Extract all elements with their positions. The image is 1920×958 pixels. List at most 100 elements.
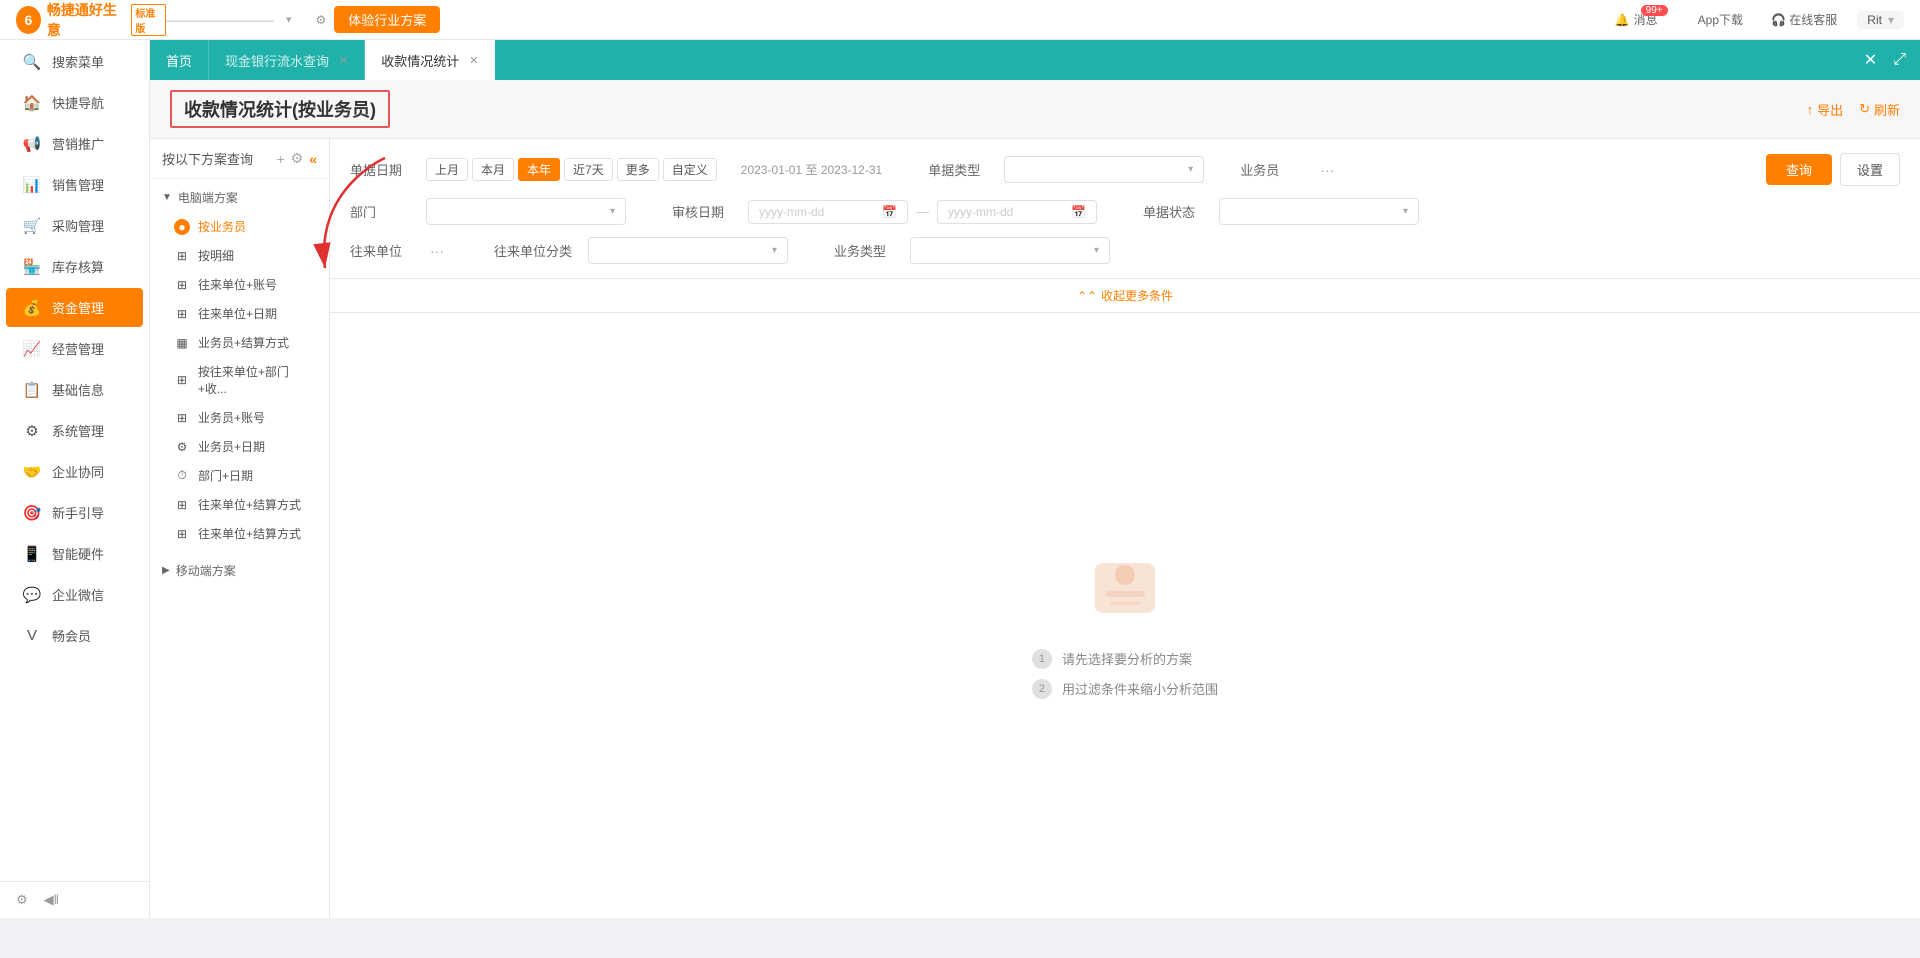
scheme-collapse-icon[interactable]: « <box>309 151 317 167</box>
date-tab-more[interactable]: 更多 <box>617 158 659 181</box>
business-type-label: 业务类型 <box>834 241 894 260</box>
settings-gear-icon[interactable]: ⚙ <box>316 13 327 27</box>
settings-button[interactable]: 设置 <box>1840 153 1900 186</box>
wechat-icon: 💬 <box>22 586 42 604</box>
sidebar-item-sales[interactable]: 📊 销售管理 <box>6 165 143 204</box>
messages-area[interactable]: 🔔 消息 99+ <box>1615 11 1658 28</box>
filter-section: 单据日期 上月 本月 本年 近7天 更多 自定义 2023-01-01 至 20… <box>330 139 1920 279</box>
scheme-item-partner-date[interactable]: ⊞ 往来单位+日期 <box>150 299 329 328</box>
tab-cashflow[interactable]: 现金银行流水查询 ✕ <box>209 40 365 80</box>
collapse-bar[interactable]: ⌃⌃ 收起更多条件 <box>330 279 1920 313</box>
purchase-icon: 🛒 <box>22 217 42 235</box>
user-area[interactable]: Rit ▾ <box>1857 11 1904 29</box>
scheme-group-mobile-title[interactable]: ▶ 移动端方案 <box>150 556 329 585</box>
sidebar-item-system[interactable]: ⚙ 系统管理 <box>6 411 143 450</box>
sidebar-item-quicknav[interactable]: 🏠 快捷导航 <box>6 83 143 122</box>
app-download-link[interactable]: App下载 <box>1698 11 1743 28</box>
refresh-button[interactable]: ↻ 刷新 <box>1859 100 1900 119</box>
sidebar-label-operations: 经营管理 <box>52 339 104 358</box>
calendar-from-icon[interactable]: 📅 <box>882 205 897 219</box>
invoice-type-select[interactable]: ▾ <box>1004 156 1204 183</box>
tab-close-all-button[interactable]: ✕ <box>1858 46 1883 74</box>
scheme-item-partner-settle2[interactable]: ⊞ 往来单位+结算方式 <box>150 519 329 548</box>
salesperson-scheme-icon: ● <box>174 219 190 235</box>
sidebar-item-inventory[interactable]: 🏪 库存核算 <box>6 247 143 286</box>
invoice-type-value <box>1015 161 1027 178</box>
sidebar-item-purchase[interactable]: 🛒 采购管理 <box>6 206 143 245</box>
sidebar-item-search[interactable]: 🔍 搜索菜单 <box>6 42 143 81</box>
tab-receipts[interactable]: 收款情况统计 ✕ <box>365 40 495 80</box>
partner-more-icon[interactable]: ··· <box>430 243 444 259</box>
sidebar-item-basic[interactable]: 📋 基础信息 <box>6 370 143 409</box>
date-tab-custom[interactable]: 自定义 <box>663 158 717 181</box>
empty-state: 1 请先选择要分析的方案 2 用过滤条件来缩小分析范围 <box>330 313 1920 918</box>
sidebar-item-wechat[interactable]: 💬 企业微信 <box>6 575 143 614</box>
trial-button[interactable]: 体验行业方案 <box>334 6 440 33</box>
page-title: 收款情况统计(按业务员) <box>170 90 390 128</box>
sidebar-item-member[interactable]: V 畅会员 <box>6 616 143 655</box>
dept-date-icon: ⏱ <box>174 468 190 484</box>
logo: 6 畅捷通好生意 标准版 <box>16 0 166 40</box>
export-button[interactable]: ↑ 导出 <box>1807 100 1844 119</box>
invoice-status-select[interactable]: ▾ <box>1219 198 1419 225</box>
sidebar-collapse-icon[interactable]: ◀‖ <box>44 892 59 908</box>
scheme-item-partner-settle1[interactable]: ⊞ 往来单位+结算方式 <box>150 490 329 519</box>
partner-date-icon: ⊞ <box>174 306 190 322</box>
scheme-item-salesperson-label: 按业务员 <box>198 218 246 235</box>
scheme-settings-icon[interactable]: ⚙ <box>291 150 304 167</box>
tab-maximize-button[interactable]: ⤢ <box>1887 47 1912 73</box>
scheme-item-salesperson-date[interactable]: ⚙ 业务员+日期 <box>150 432 329 461</box>
scheme-add-icon[interactable]: + <box>276 151 284 167</box>
scheme-item-partner-account-label: 往来单位+账号 <box>198 276 277 293</box>
review-date-from-value: yyyy-mm-dd <box>759 205 824 219</box>
operations-icon: 📈 <box>22 340 42 358</box>
marketing-icon: 📢 <box>22 135 42 153</box>
tab-cashflow-close-icon[interactable]: ✕ <box>339 54 348 67</box>
partner-category-select[interactable]: ▾ <box>588 237 788 264</box>
review-date-to[interactable]: yyyy-mm-dd 📅 <box>937 200 1097 224</box>
sidebar-label-wechat: 企业微信 <box>52 585 104 604</box>
scheme-item-salesperson[interactable]: ● 按业务员 <box>150 212 329 241</box>
date-tab-thisyear[interactable]: 本年 <box>518 158 560 181</box>
dept-select[interactable]: ▾ <box>426 198 626 225</box>
tab-receipts-close-icon[interactable]: ✕ <box>469 54 478 67</box>
review-date-label: 审核日期 <box>672 202 732 221</box>
empty-step-2: 2 用过滤条件来缩小分析范围 <box>1032 679 1218 699</box>
date-tab-thismonth[interactable]: 本月 <box>472 158 514 181</box>
scheme-item-dept-date[interactable]: ⏱ 部门+日期 <box>150 461 329 490</box>
scheme-item-salesperson-account[interactable]: ⊞ 业务员+账号 <box>150 403 329 432</box>
sidebar-label-sales: 销售管理 <box>52 175 104 194</box>
date-tab-7days[interactable]: 近7天 <box>564 158 613 181</box>
date-tab-lastmonth[interactable]: 上月 <box>426 158 468 181</box>
sidebar-label-inventory: 库存核算 <box>52 257 104 276</box>
scheme-item-salesperson-settlement[interactable]: ▦ 业务员+结算方式 <box>150 328 329 357</box>
business-type-select[interactable]: ▾ <box>910 237 1110 264</box>
sidebar-item-hardware[interactable]: 📱 智能硬件 <box>6 534 143 573</box>
salesperson-more-icon[interactable]: ··· <box>1320 162 1334 178</box>
query-area: 单据日期 上月 本月 本年 近7天 更多 自定义 2023-01-01 至 20… <box>330 139 1920 918</box>
content-area: 按以下方案查询 + ⚙ « ▼ 电脑端方案 ● 按业务员 ⊞ <box>150 139 1920 918</box>
scheme-item-partner-account[interactable]: ⊞ 往来单位+账号 <box>150 270 329 299</box>
tab-home[interactable]: 首页 <box>150 40 209 80</box>
sidebar-item-finance[interactable]: 💰 资金管理 <box>6 288 143 327</box>
sidebar-item-marketing[interactable]: 📢 营销推广 <box>6 124 143 163</box>
sidebar-settings-icon[interactable]: ⚙ <box>16 892 28 908</box>
query-button[interactable]: 查询 <box>1766 154 1832 185</box>
invoice-status-value <box>1230 203 1242 220</box>
mobile-group-label: 移动端方案 <box>176 562 236 579</box>
step-1-number: 1 <box>1032 649 1052 669</box>
app-name: 畅捷通好生意 <box>47 0 122 40</box>
date-dash: — <box>916 204 929 219</box>
sidebar-item-guide[interactable]: 🎯 新手引导 <box>6 493 143 532</box>
scheme-item-detail[interactable]: ⊞ 按明细 <box>150 241 329 270</box>
inventory-icon: 🏪 <box>22 258 42 276</box>
invoice-status-label: 单据状态 <box>1143 202 1203 221</box>
online-service-link[interactable]: 🎧 在线客服 <box>1771 11 1837 28</box>
calendar-to-icon[interactable]: 📅 <box>1071 205 1086 219</box>
sidebar-item-collab[interactable]: 🤝 企业协同 <box>6 452 143 491</box>
scheme-item-partner-dept[interactable]: ⊞ 按往来单位+部门+收... <box>150 357 329 403</box>
review-date-from[interactable]: yyyy-mm-dd 📅 <box>748 200 908 224</box>
scheme-group-desktop-title[interactable]: ▼ 电脑端方案 <box>150 183 329 212</box>
empty-illustration <box>1075 533 1175 633</box>
sidebar-item-operations[interactable]: 📈 经营管理 <box>6 329 143 368</box>
